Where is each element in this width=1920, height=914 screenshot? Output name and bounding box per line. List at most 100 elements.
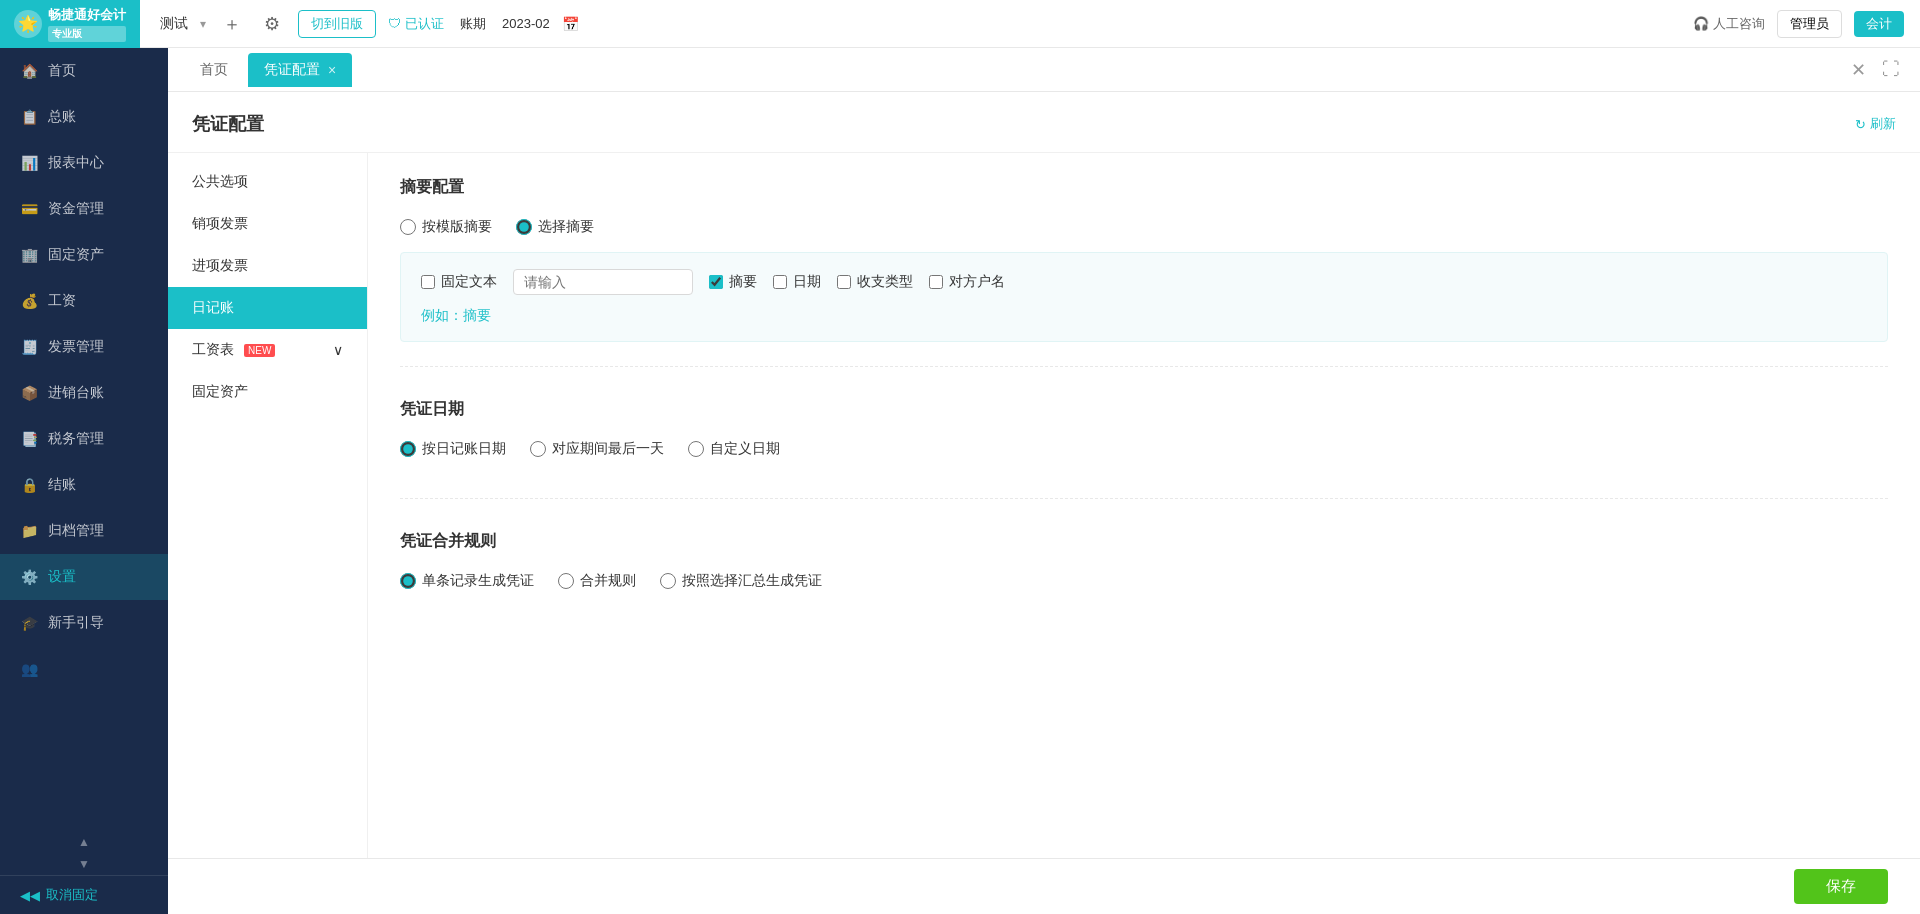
topbar-right-area: 🎧 人工咨询 管理员 会计: [1693, 10, 1904, 38]
bottom-bar: 保存: [168, 858, 1920, 914]
left-nav-journal[interactable]: 日记账: [168, 287, 367, 329]
sidebar-item-trading[interactable]: 📦 进销台账: [0, 370, 168, 416]
home-icon: 🏠: [20, 62, 38, 80]
sidebar-item-extra[interactable]: 👥: [0, 646, 168, 692]
left-nav-fixed-assets[interactable]: 固定资产: [168, 371, 367, 413]
report-icon: 📊: [20, 154, 38, 172]
sidebar-item-invoice[interactable]: 🧾 发票管理: [0, 324, 168, 370]
company-dropdown-icon[interactable]: ▾: [200, 17, 206, 31]
right-content: 摘要配置 按模版摘要 选择摘要: [368, 153, 1920, 858]
sidebar-item-tax[interactable]: 📑 税务管理: [0, 416, 168, 462]
radio-selected-merge-label: 按照选择汇总生成凭证: [682, 572, 822, 590]
radio-period-last[interactable]: 对应期间最后一天: [530, 440, 664, 458]
counterparty-label: 对方户名: [949, 273, 1005, 291]
left-nav-sales[interactable]: 销项发票: [168, 203, 367, 245]
content-area: 首页 凭证配置 × ✕ ⛶ 凭证配置 ↻ 刷新: [168, 48, 1920, 914]
sidebar-label-tax: 税务管理: [48, 430, 104, 448]
radio-custom-date[interactable]: 自定义日期: [688, 440, 780, 458]
summary-label: 摘要: [729, 273, 757, 291]
tab-bar-actions: ✕ ⛶: [1847, 55, 1904, 85]
date-label: 日期: [793, 273, 821, 291]
checkbox-summary[interactable]: 摘要: [709, 273, 757, 291]
tab-voucher-config[interactable]: 凭证配置 ×: [248, 53, 352, 87]
radio-period-last-input[interactable]: [530, 441, 546, 457]
sidebar-label-report: 报表中心: [48, 154, 104, 172]
sidebar-item-settings[interactable]: ⚙️ 设置: [0, 554, 168, 600]
assets-icon: 🏢: [20, 246, 38, 264]
radio-merge-rules[interactable]: 合并规则: [558, 572, 636, 590]
radio-merge-rules-label: 合并规则: [580, 572, 636, 590]
radio-select-input[interactable]: [516, 219, 532, 235]
sidebar-scroll-down-arrow[interactable]: ▼: [0, 853, 168, 875]
radio-journal-date[interactable]: 按日记账日期: [400, 440, 506, 458]
radio-selected-merge-input[interactable]: [660, 573, 676, 589]
sidebar-collapse-button[interactable]: ◀◀ 取消固定: [0, 875, 168, 914]
sidebar-scroll-up-arrow[interactable]: ▲: [0, 831, 168, 853]
radio-single[interactable]: 单条记录生成凭证: [400, 572, 534, 590]
topbar: 🌟 畅捷通好会计 专业版 测试 ▾ ＋ ⚙ 切到旧版 🛡 已认证 账期 2023…: [0, 0, 1920, 48]
merge-radio-group: 单条记录生成凭证 合并规则 按照选择汇总生成凭证: [400, 572, 1888, 590]
checkbox-counterparty-input[interactable]: [929, 275, 943, 289]
left-nav-purchase[interactable]: 进项发票: [168, 245, 367, 287]
left-nav-payroll[interactable]: 工资表 NEW ∨: [168, 329, 367, 371]
split-layout: 公共选项 销项发票 进项发票 日记账 工资表: [168, 153, 1920, 858]
headset-icon: 🎧: [1693, 16, 1709, 31]
radio-select[interactable]: 选择摘要: [516, 218, 594, 236]
switch-old-version-button[interactable]: 切到旧版: [298, 10, 376, 38]
period-value: 2023-02: [502, 16, 550, 31]
sidebar-label-invoice: 发票管理: [48, 338, 104, 356]
checkbox-fixed-text-input[interactable]: [421, 275, 435, 289]
checkbox-summary-input[interactable]: [709, 275, 723, 289]
left-nav-public[interactable]: 公共选项: [168, 161, 367, 203]
radio-custom-date-label: 自定义日期: [710, 440, 780, 458]
accountant-button[interactable]: 会计: [1854, 11, 1904, 37]
date-radio-group: 按日记账日期 对应期间最后一天 自定义日期: [400, 440, 1888, 458]
summary-section: 摘要配置 按模版摘要 选择摘要: [400, 177, 1888, 367]
consult-button[interactable]: 🎧 人工咨询: [1693, 15, 1765, 33]
sidebar-item-archive[interactable]: 📁 归档管理: [0, 508, 168, 554]
sidebar-item-assets[interactable]: 🏢 固定资产: [0, 232, 168, 278]
income-type-label: 收支类型: [857, 273, 913, 291]
sidebar-label-ledger: 总账: [48, 108, 76, 126]
checkbox-income-type-input[interactable]: [837, 275, 851, 289]
fixed-text-input[interactable]: [513, 269, 693, 295]
new-badge: NEW: [244, 344, 275, 357]
tab-home[interactable]: 首页: [184, 51, 244, 89]
refresh-button[interactable]: ↻ 刷新: [1855, 115, 1896, 133]
add-button[interactable]: ＋: [218, 10, 246, 38]
radio-selected-merge[interactable]: 按照选择汇总生成凭证: [660, 572, 822, 590]
page-title: 凭证配置: [192, 112, 264, 136]
summary-title: 摘要配置: [400, 177, 1888, 198]
sidebar-label-home: 首页: [48, 62, 76, 80]
sidebar-item-ledger[interactable]: 📋 总账: [0, 94, 168, 140]
sidebar-item-home[interactable]: 🏠 首页: [0, 48, 168, 94]
admin-button[interactable]: 管理员: [1777, 10, 1842, 38]
tab-expand-icon[interactable]: ⛶: [1878, 55, 1904, 85]
sidebar-item-closing[interactable]: 🔒 结账: [0, 462, 168, 508]
sidebar-item-fund[interactable]: 💳 资金管理: [0, 186, 168, 232]
checkbox-date[interactable]: 日期: [773, 273, 821, 291]
sidebar-item-report[interactable]: 📊 报表中心: [0, 140, 168, 186]
radio-template-input[interactable]: [400, 219, 416, 235]
checkbox-counterparty[interactable]: 对方户名: [929, 273, 1005, 291]
checkbox-date-input[interactable]: [773, 275, 787, 289]
save-button[interactable]: 保存: [1794, 869, 1888, 904]
checkbox-income-type[interactable]: 收支类型: [837, 273, 913, 291]
tab-close-button[interactable]: ×: [328, 63, 336, 77]
company-name: 测试: [160, 15, 188, 33]
calendar-icon[interactable]: 📅: [562, 16, 579, 32]
checkbox-fixed-text[interactable]: 固定文本: [421, 273, 497, 291]
closing-icon: 🔒: [20, 476, 38, 494]
payroll-arrow-icon: ∨: [333, 342, 343, 358]
sidebar: 🏠 首页 📋 总账 📊 报表中心 💳 资金管理 🏢 固定资产 💰 工资: [0, 48, 168, 914]
tab-close-icon[interactable]: ✕: [1847, 55, 1870, 85]
radio-template[interactable]: 按模版摘要: [400, 218, 492, 236]
radio-merge-rules-input[interactable]: [558, 573, 574, 589]
radio-single-input[interactable]: [400, 573, 416, 589]
settings-gear-icon[interactable]: ⚙: [258, 10, 286, 38]
sidebar-item-salary[interactable]: 💰 工资: [0, 278, 168, 324]
sidebar-item-guide[interactable]: 🎓 新手引导: [0, 600, 168, 646]
radio-journal-date-input[interactable]: [400, 441, 416, 457]
radio-custom-date-input[interactable]: [688, 441, 704, 457]
summary-radio-group: 按模版摘要 选择摘要: [400, 218, 1888, 236]
